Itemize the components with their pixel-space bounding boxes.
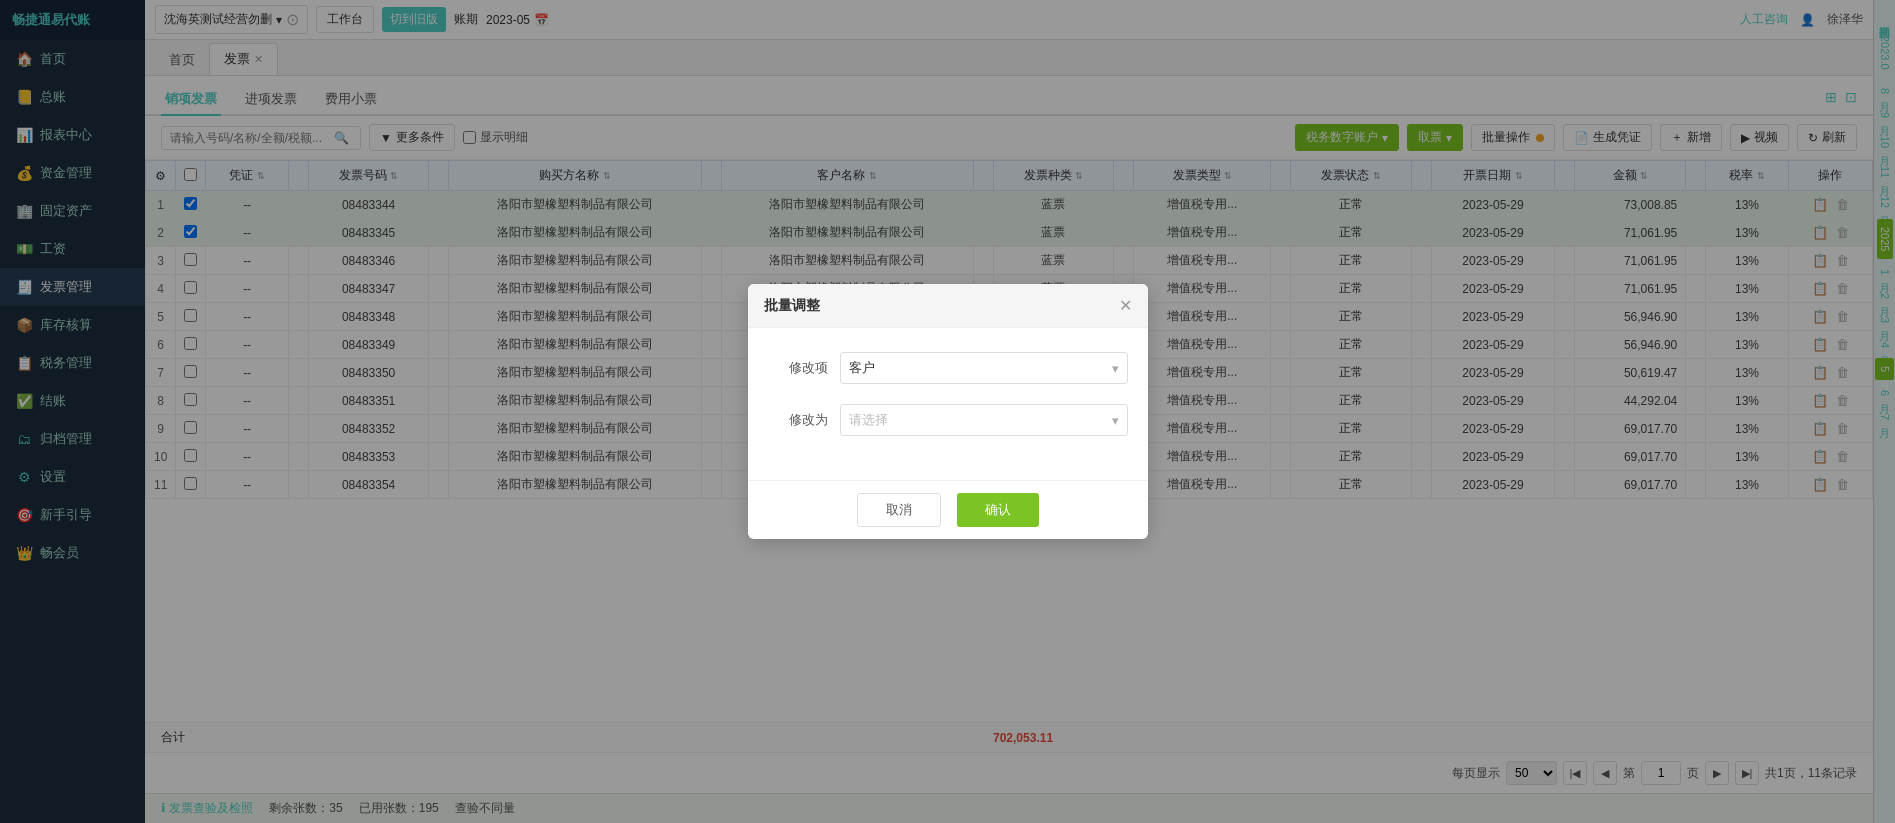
modify-field-select[interactable]: 客户 ▾ [840, 352, 1128, 384]
modify-to-label: 修改为 [768, 411, 828, 429]
modify-field-label: 修改项 [768, 359, 828, 377]
modal-title: 批量调整 [764, 297, 820, 315]
modify-field-value: 客户 [849, 359, 875, 377]
cancel-button[interactable]: 取消 [857, 493, 941, 527]
modal-footer: 取消 确认 [748, 480, 1148, 539]
dropdown-arrow-icon: ▾ [1112, 361, 1119, 376]
batch-adjust-modal: 批量调整 ✕ 修改项 客户 ▾ 修改为 请选择 ▾ 取消 确认 [748, 284, 1148, 539]
modal-row-modify-to: 修改为 请选择 ▾ [768, 404, 1128, 436]
dropdown-arrow-icon2: ▾ [1112, 413, 1119, 428]
modal-overlay: 批量调整 ✕ 修改项 客户 ▾ 修改为 请选择 ▾ 取消 确认 [0, 0, 1895, 823]
modify-to-placeholder: 请选择 [849, 411, 888, 429]
modal-header: 批量调整 ✕ [748, 284, 1148, 328]
modify-to-select[interactable]: 请选择 ▾ [840, 404, 1128, 436]
confirm-button[interactable]: 确认 [957, 493, 1039, 527]
modal-row-modify-field: 修改项 客户 ▾ [768, 352, 1128, 384]
modal-close-button[interactable]: ✕ [1119, 296, 1132, 315]
modal-body: 修改项 客户 ▾ 修改为 请选择 ▾ [748, 328, 1148, 480]
